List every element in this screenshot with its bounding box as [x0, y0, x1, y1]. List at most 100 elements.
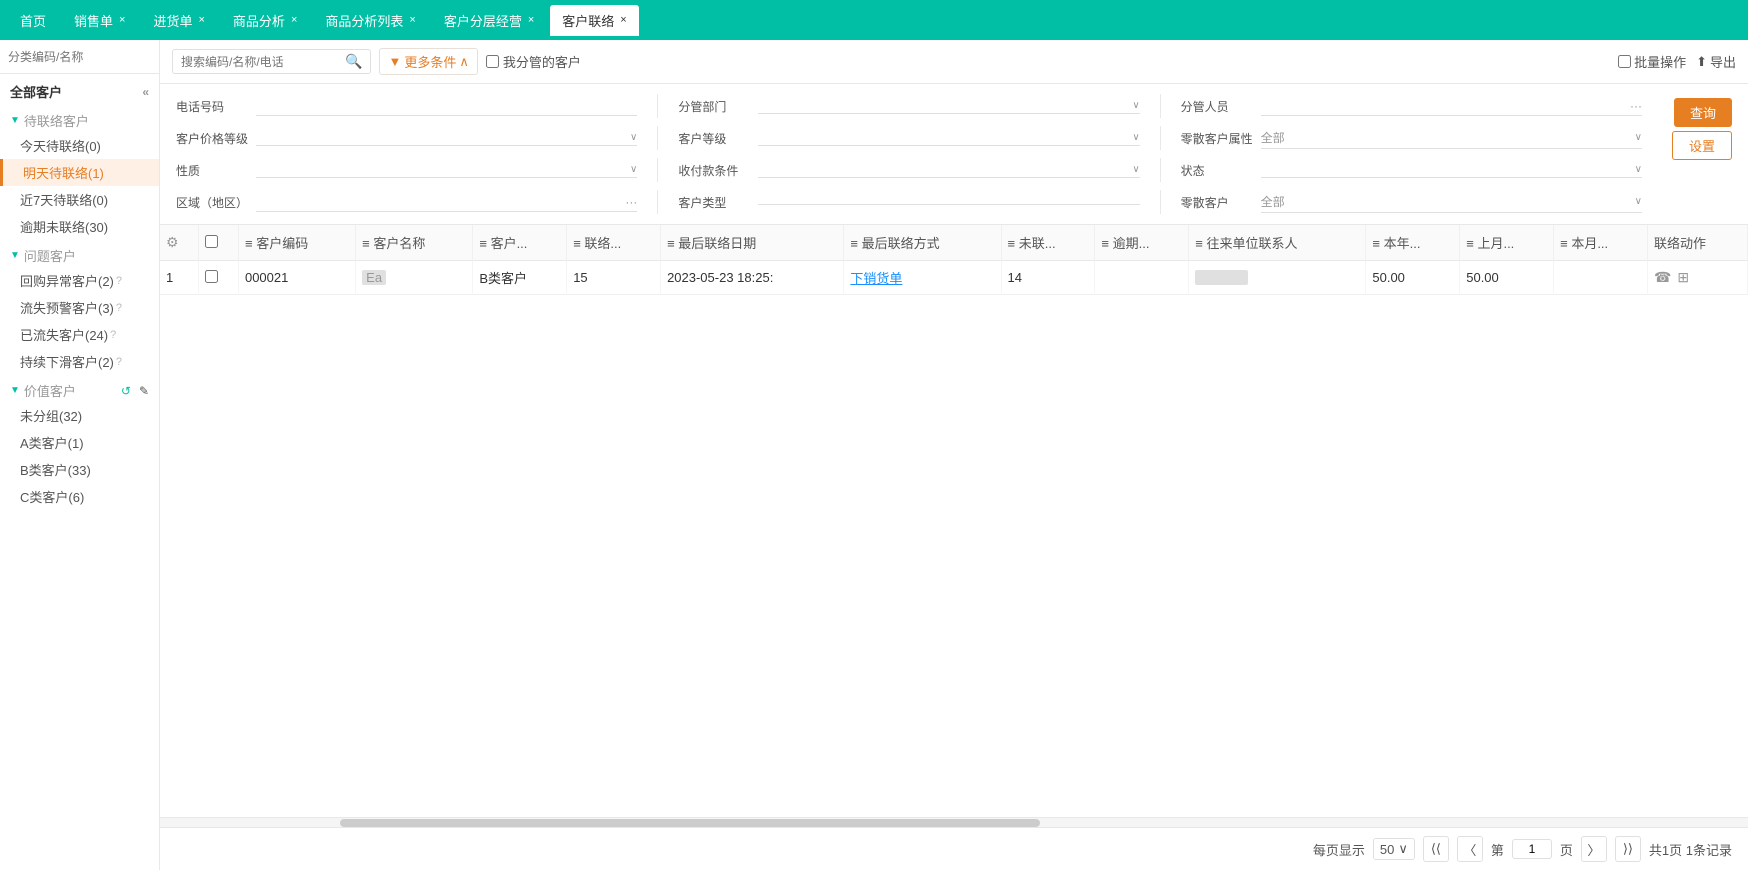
more-conditions-button[interactable]: ▼ 更多条件 ∧: [379, 48, 477, 75]
nav-product-analysis-list[interactable]: 商品分析列表 ×: [313, 5, 427, 36]
retail-attr-select[interactable]: 全部 ∨: [1261, 127, 1642, 149]
col-uncontacted: ≡ 未联...: [1001, 225, 1095, 261]
filter-phone: 电话号码: [176, 97, 637, 116]
gear-icon[interactable]: ⚙: [166, 234, 179, 250]
region-select[interactable]: ···: [256, 193, 637, 212]
last-page-button[interactable]: ⟩⟩: [1615, 836, 1641, 862]
filter-panel: 电话号码 分管部门 ∨ 分管人员: [160, 84, 1748, 225]
next-page-button[interactable]: 〉: [1581, 836, 1607, 862]
filter-payment: 收付款条件 ∨: [678, 162, 1139, 179]
filter-customer-level: 客户等级 ∨: [678, 130, 1139, 147]
nav-purchase-order[interactable]: 进货单 ×: [141, 5, 216, 36]
toolbar: 🔍 ▼ 更多条件 ∧ 我分管的客户 批量操作 ⬆ 导出: [160, 40, 1748, 84]
nav-customer-contact[interactable]: 客户联络 ×: [550, 5, 638, 36]
sidebar-item-today-pending[interactable]: 今天待联络(0): [0, 132, 159, 159]
page-number-input[interactable]: [1512, 839, 1552, 859]
search-button[interactable]: 🔍: [345, 53, 362, 70]
help-icon[interactable]: ?: [116, 302, 122, 314]
contact-icon[interactable]: ☎: [1654, 269, 1671, 286]
collapse-icon[interactable]: «: [142, 85, 149, 99]
more-icon[interactable]: ···: [1630, 99, 1642, 113]
chevron-down-icon: ∨: [630, 164, 637, 175]
prev-page-button[interactable]: 〈: [1457, 836, 1483, 862]
batch-operation-button[interactable]: 批量操作: [1618, 52, 1686, 71]
cell-last-contact-method: 下销货单: [844, 261, 1001, 295]
manager-select[interactable]: ···: [1261, 97, 1642, 116]
nav-sales-order[interactable]: 销售单 ×: [62, 5, 137, 36]
sidebar-item-abnormal-repurchase[interactable]: 回购异常客户(2) ?: [0, 267, 159, 294]
problem-group-label: ▼ 问题客户: [0, 240, 159, 267]
sidebar-item-ungrouped[interactable]: 未分组(32): [0, 402, 159, 429]
cell-action: ☎ ⊞: [1647, 261, 1747, 295]
close-icon[interactable]: ×: [198, 14, 204, 26]
help-icon[interactable]: ?: [110, 329, 116, 341]
sidebar-item-declining[interactable]: 持续下滑客户(2) ?: [0, 348, 159, 375]
nav-home[interactable]: 首页: [8, 5, 58, 36]
filter-retail-customer: 零散客户 全部 ∨: [1181, 191, 1642, 213]
sidebar-item-tomorrow-pending[interactable]: 明天待联络(1): [0, 159, 159, 186]
sidebar-item-churn-warning[interactable]: 流失预警客户(3) ?: [0, 294, 159, 321]
close-icon[interactable]: ×: [291, 14, 297, 26]
sidebar: 🔍 全部客户 « ▼ 待联络客户 今天待联络(0) 明天待联络(1) 近7天待联…: [0, 40, 160, 870]
payment-select[interactable]: ∨: [758, 162, 1139, 178]
sidebar-item-7day-pending[interactable]: 近7天待联络(0): [0, 186, 159, 213]
dept-select[interactable]: ∨: [758, 98, 1139, 114]
all-customers-header: 全部客户 «: [0, 74, 159, 105]
customer-level-select[interactable]: ∨: [758, 130, 1139, 146]
horizontal-scrollbar[interactable]: [160, 817, 1748, 827]
status-select[interactable]: ∨: [1261, 162, 1642, 178]
sidebar-item-b-class[interactable]: B类客户(33): [0, 456, 159, 483]
close-icon[interactable]: ×: [409, 14, 415, 26]
cell-contact: 15: [567, 261, 661, 295]
nav-customer-layering[interactable]: 客户分层经营 ×: [432, 5, 546, 36]
scrollbar-thumb[interactable]: [340, 819, 1040, 827]
price-level-select[interactable]: ∨: [256, 130, 637, 146]
sidebar-item-overdue-pending[interactable]: 逾期未联络(30): [0, 213, 159, 240]
cell-this-month: [1554, 261, 1648, 295]
help-icon[interactable]: ?: [116, 275, 122, 287]
chevron-down-icon: ∨: [1398, 841, 1408, 857]
query-button[interactable]: 查询: [1674, 98, 1732, 127]
row-checkbox[interactable]: [205, 270, 218, 283]
sidebar-item-churned[interactable]: 已流失客户(24) ?: [0, 321, 159, 348]
filter-price-level: 客户价格等级 ∨: [176, 130, 637, 147]
page-size-select[interactable]: 50 ∨: [1373, 838, 1415, 860]
cell-index: 1: [160, 261, 199, 295]
col-customer-type: ≡ 客户...: [473, 225, 567, 261]
cell-overdue: [1095, 261, 1189, 295]
chevron-down-icon: ∨: [1635, 132, 1642, 143]
sidebar-item-c-class[interactable]: C类客户(6): [0, 483, 159, 510]
customer-type-select[interactable]: [758, 200, 1139, 205]
sidebar-item-a-class[interactable]: A类客户(1): [0, 429, 159, 456]
col-overdue: ≡ 逾期...: [1095, 225, 1189, 261]
close-icon[interactable]: ×: [620, 14, 626, 26]
more-icon[interactable]: ···: [625, 195, 637, 209]
phone-input[interactable]: [256, 97, 637, 116]
nav-product-analysis[interactable]: 商品分析 ×: [221, 5, 309, 36]
more-action-icon[interactable]: ⊞: [1677, 269, 1689, 286]
filter-customer-type: 客户类型: [678, 194, 1139, 211]
cell-last-month: 50.00: [1460, 261, 1554, 295]
edit-icon[interactable]: ✎: [139, 384, 149, 398]
help-icon[interactable]: ?: [116, 356, 122, 368]
close-icon[interactable]: ×: [528, 14, 534, 26]
export-button[interactable]: ⬆ 导出: [1696, 52, 1736, 71]
first-page-button[interactable]: ⟨⟨: [1423, 836, 1449, 862]
close-icon[interactable]: ×: [119, 14, 125, 26]
triangle-icon: ▼: [10, 250, 20, 261]
table-header-row: ⚙ ≡ 客户编码 ≡ 客户名称 ≡ 客户... ≡ 联络... ≡ 最后联络日期…: [160, 225, 1748, 261]
my-customers-checkbox[interactable]: 我分管的客户: [486, 52, 581, 71]
cell-customer-type: B类客户: [473, 261, 567, 295]
gender-select[interactable]: ∨: [256, 162, 637, 178]
sidebar-search-input[interactable]: [8, 50, 160, 64]
batch-check[interactable]: [1618, 55, 1631, 68]
retail-customer-select[interactable]: 全部 ∨: [1261, 191, 1642, 213]
refresh-icon[interactable]: ↺: [121, 384, 131, 398]
col-sort-icon: ≡: [1372, 236, 1380, 251]
search-input[interactable]: [181, 55, 341, 69]
select-all-checkbox[interactable]: [205, 235, 218, 248]
filter-region: 区域（地区） ···: [176, 193, 637, 212]
my-customers-check[interactable]: [486, 55, 499, 68]
last-contact-method-link[interactable]: 下销货单: [850, 271, 902, 286]
set-button[interactable]: 设置: [1672, 131, 1732, 160]
